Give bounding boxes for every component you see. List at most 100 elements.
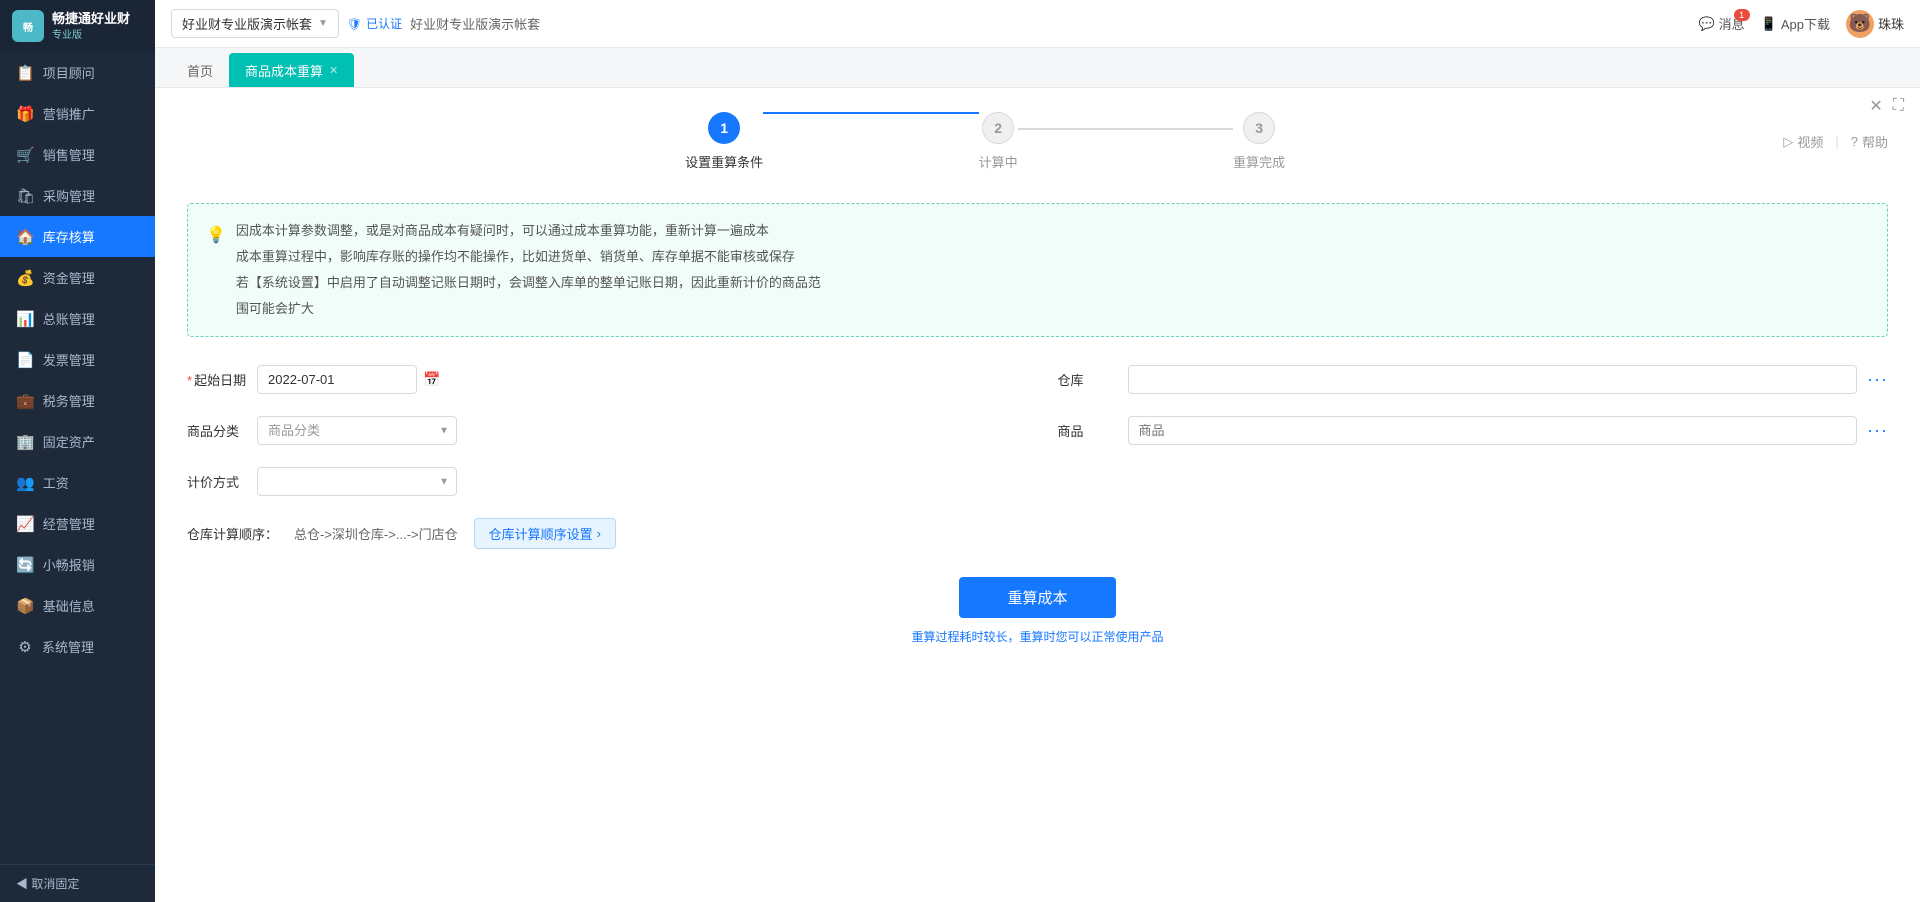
sidebar-icon-ledger: 📊 <box>16 310 35 328</box>
form: *起始日期 📅 仓库 ··· 商品分类 <box>187 365 1888 645</box>
sidebar-item-assets[interactable]: 🏢 固定资产 <box>0 421 155 462</box>
verified-badge: 🛡 已认证 <box>347 15 402 32</box>
sidebar-label-invoice: 发票管理 <box>43 350 95 369</box>
sidebar-item-invoice[interactable]: 📄 发票管理 <box>0 339 155 380</box>
sidebar-item-inventory[interactable]: 🏠 库存核算 <box>0 216 155 257</box>
recalc-label: 重算成本 <box>1007 590 1067 607</box>
sidebar-item-basic[interactable]: 📦 基础信息 <box>0 585 155 626</box>
sidebar-header: 畅 畅捷通好业财 专业版 <box>0 0 155 52</box>
category-select[interactable]: 商品分类 <box>257 416 457 445</box>
sidebar-icon-system: ⚙ <box>16 638 34 656</box>
messages-button[interactable]: 💬 消息 1 <box>1698 14 1744 33</box>
sidebar-item-expense[interactable]: 🔄 小畅报销 <box>0 544 155 585</box>
category-select-wrapper: 商品分类 ▼ <box>257 416 457 445</box>
app-logo: 畅 <box>12 10 44 42</box>
step-3-number: 3 <box>1255 120 1263 136</box>
sidebar-label-payroll: 工资 <box>43 473 69 492</box>
category-field: 商品分类 商品分类 ▼ <box>187 416 1018 445</box>
recalc-button[interactable]: 重算成本 <box>959 577 1115 618</box>
expand-window-icon[interactable]: ⛶ <box>1893 97 1904 115</box>
divider: | <box>1835 134 1838 149</box>
play-icon: ▷ <box>1783 134 1793 150</box>
step-3-circle: 3 <box>1243 112 1275 144</box>
start-date-label: *起始日期 <box>187 370 247 389</box>
window-controls: ✕ ⛶ <box>1869 96 1904 116</box>
sidebar-item-ops[interactable]: 📈 经营管理 <box>0 503 155 544</box>
step-3-label: 重算完成 <box>1233 152 1285 171</box>
sidebar-nav: 📋 项目顾问 🎁 营销推广 🛒 销售管理 🛍 采购管理 🏠 库存核算 💰 资金管… <box>0 52 155 864</box>
close-window-icon[interactable]: ✕ <box>1869 96 1882 116</box>
sidebar-item-tax[interactable]: 💼 税务管理 <box>0 380 155 421</box>
sidebar-item-ledger[interactable]: 📊 总账管理 <box>0 298 155 339</box>
video-link[interactable]: ▷ 视频 <box>1783 132 1823 151</box>
sidebar-label-basic: 基础信息 <box>43 596 95 615</box>
steps-container: 1 设置重算条件 2 计算中 <box>187 112 1783 171</box>
goods-more-icon[interactable]: ··· <box>1867 420 1888 441</box>
sidebar-icon-tax: 💼 <box>16 392 35 410</box>
topbar: 好业财专业版演示帐套 ▼ 🛡 已认证 好业财专业版演示帐套 💬 消息 1 📱 A… <box>155 0 1920 48</box>
info-line3: 若【系统设置】中启用了自动调整记账日期时，会调整入库单的整单记账日期，因此重新计… <box>236 270 821 296</box>
calc-order-label: 仓库计算顺序： <box>187 524 278 543</box>
user-menu[interactable]: 🐻 珠珠 <box>1846 10 1904 38</box>
username-label: 珠珠 <box>1878 14 1904 33</box>
topbar-left: 好业财专业版演示帐套 ▼ 🛡 已认证 好业财专业版演示帐套 <box>171 9 1686 38</box>
info-box: 💡 因成本计算参数调整，或是对商品成本有疑问时，可以通过成本重算功能，重新计算一… <box>187 203 1888 337</box>
app-download-label: App下载 <box>1781 14 1830 33</box>
sidebar-label-assets: 固定资产 <box>43 432 95 451</box>
sidebar-label-sales: 销售管理 <box>43 145 95 164</box>
sidebar-label-tax: 税务管理 <box>43 391 95 410</box>
step-1-circle: 1 <box>708 112 740 144</box>
sidebar-unpin[interactable]: ◀ 取消固定 <box>0 864 155 902</box>
sidebar-item-finance[interactable]: 💰 资金管理 <box>0 257 155 298</box>
sidebar-item-payroll[interactable]: 👥 工资 <box>0 462 155 503</box>
sidebar-item-marketing[interactable]: 🎁 营销推广 <box>0 93 155 134</box>
topbar-right: 💬 消息 1 📱 App下载 🐻 珠珠 <box>1698 10 1904 38</box>
content-header: 1 设置重算条件 2 计算中 <box>187 112 1888 171</box>
sidebar-item-project[interactable]: 📋 项目顾问 <box>0 52 155 93</box>
tab-recalc[interactable]: 商品成本重算 ✕ <box>229 53 354 87</box>
tab-home[interactable]: 首页 <box>171 53 229 87</box>
step-2: 2 计算中 <box>979 112 1018 171</box>
unpin-label: ◀ 取消固定 <box>16 875 79 892</box>
calendar-icon[interactable]: 📅 <box>423 371 440 388</box>
company-name: 好业财专业版演示帐套 <box>410 14 540 33</box>
content-actions: ▷ 视频 | ? 帮助 <box>1783 132 1888 151</box>
calc-order-value: 总仓->深圳仓库->...->门店仓 <box>294 524 458 543</box>
sidebar-item-sales[interactable]: 🛒 销售管理 <box>0 134 155 175</box>
form-row-3: 计价方式 ▼ <box>187 467 1888 496</box>
warehouse-more-icon[interactable]: ··· <box>1867 369 1888 390</box>
start-date-input[interactable] <box>257 365 417 394</box>
app-subtitle: 专业版 <box>52 26 130 41</box>
tab-close-icon[interactable]: ✕ <box>329 64 338 77</box>
info-icon: 💡 <box>206 220 226 322</box>
account-selector[interactable]: 好业财专业版演示帐套 ▼ <box>171 9 339 38</box>
help-link[interactable]: ? 帮助 <box>1851 132 1888 151</box>
content-area: ✕ ⛶ 1 设置重算条件 <box>155 88 1920 902</box>
app-title: 畅捷通好业财 <box>52 11 130 27</box>
price-method-select[interactable] <box>257 467 457 496</box>
sidebar-label-system: 系统管理 <box>42 637 94 656</box>
goods-input[interactable] <box>1128 416 1858 445</box>
app-download-button[interactable]: 📱 App下载 <box>1761 14 1830 33</box>
sidebar-label-ops: 经营管理 <box>43 514 95 533</box>
recalc-hint: 重算过程耗时较长，重算时您可以正常使用产品 <box>911 628 1163 645</box>
calc-order-row: 仓库计算顺序： 总仓->深圳仓库->...->门店仓 仓库计算顺序设置 › <box>187 518 1888 549</box>
sidebar-item-purchase[interactable]: 🛍 采购管理 <box>0 175 155 216</box>
step-1-number: 1 <box>720 120 728 136</box>
help-label: 帮助 <box>1862 132 1888 151</box>
goods-label: 商品 <box>1058 421 1118 440</box>
info-line2: 成本重算过程中，影响库存账的操作均不能操作，比如进货单、销货单、库存单据不能审核… <box>236 244 821 270</box>
sidebar-item-system[interactable]: ⚙ 系统管理 <box>0 626 155 667</box>
step-1: 1 设置重算条件 <box>685 112 763 171</box>
warehouse-input[interactable] <box>1128 365 1858 394</box>
sidebar-icon-invoice: 📄 <box>16 351 35 369</box>
steps: 1 设置重算条件 2 计算中 <box>685 112 1285 171</box>
tabbar: 首页 商品成本重算 ✕ <box>155 48 1920 88</box>
info-text: 因成本计算参数调整，或是对商品成本有疑问时，可以通过成本重算功能，重新计算一遍成… <box>236 218 821 322</box>
sidebar-icon-payroll: 👥 <box>16 474 35 492</box>
required-star: * <box>187 373 192 388</box>
price-method-label: 计价方式 <box>187 472 247 491</box>
step-2-label: 计算中 <box>979 152 1018 171</box>
calc-order-btn-label: 仓库计算顺序设置 <box>489 524 593 543</box>
calc-order-settings-button[interactable]: 仓库计算顺序设置 › <box>474 518 616 549</box>
